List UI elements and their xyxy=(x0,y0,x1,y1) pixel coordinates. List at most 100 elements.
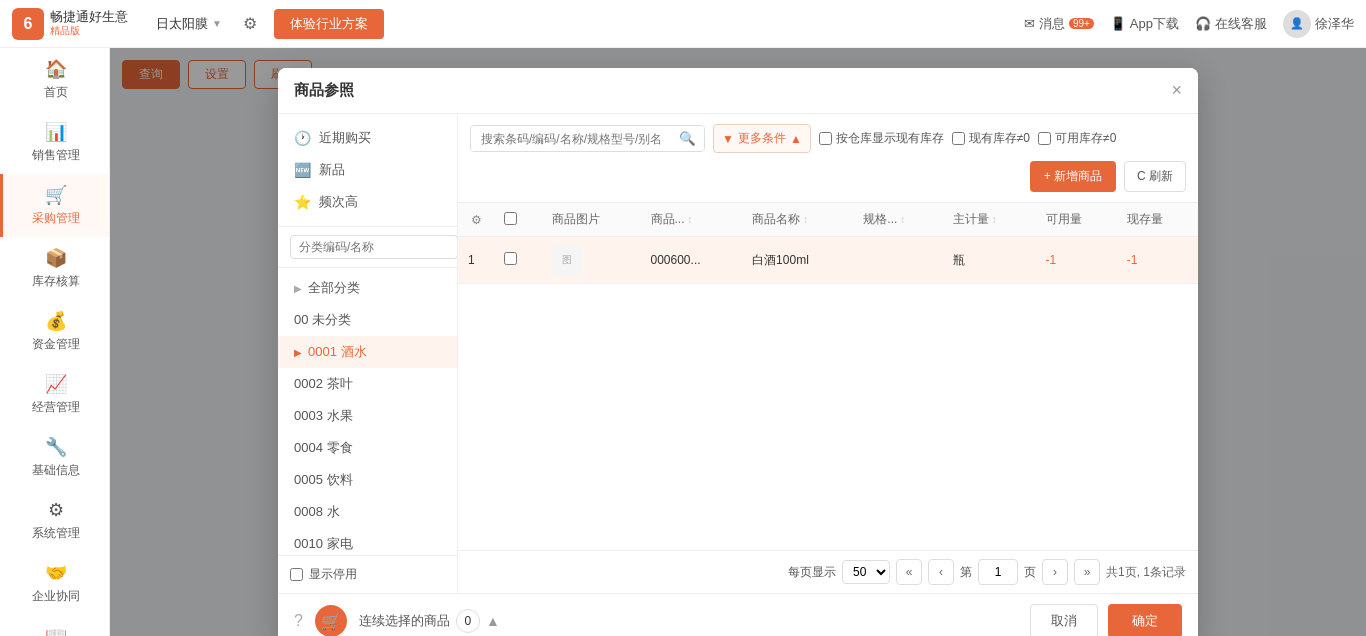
confirm-button[interactable]: 确定 xyxy=(1108,604,1182,636)
warehouse-filter-check[interactable]: 按仓库显示现有库存 xyxy=(819,130,944,147)
cart-icon: 🛒 xyxy=(321,612,341,631)
sidebar-item-purchase[interactable]: 🛒 采购管理 xyxy=(0,174,109,237)
quick-item-frequent[interactable]: ⭐ 频次高 xyxy=(278,186,457,218)
page-number-input[interactable] xyxy=(978,559,1018,585)
nav-right: ✉ 消息 99 📱 App下载 🎧 在线客服 👤 徐泽华 xyxy=(1024,10,1354,38)
cat-item-00[interactable]: 00 未分类 xyxy=(278,304,457,336)
quick-label-recent: 近期购买 xyxy=(319,129,371,147)
product-toolbar: 🔍 ▼ 更多条件 ▲ 按仓库显示现有库存 xyxy=(458,114,1198,203)
next-page-button[interactable]: › xyxy=(1042,559,1068,585)
logo-area: 6 畅捷通好生意 精品版 xyxy=(12,8,128,40)
existing-filter-check[interactable]: 现有库存≠0 xyxy=(952,130,1030,147)
product-table-area: ⚙ 商品图片 商品... 商品名称 规格... 主计量 可用量 现存量 xyxy=(458,203,1198,550)
sidebar-item-guide[interactable]: 📖 新手引导 xyxy=(0,615,109,636)
store-selector[interactable]: 日太阳膜 ▼ xyxy=(144,11,234,37)
product-image: 图 xyxy=(552,245,582,275)
product-search-input[interactable] xyxy=(471,127,671,151)
select-all-checkbox[interactable] xyxy=(504,212,517,225)
last-page-button[interactable]: » xyxy=(1074,559,1100,585)
more-filter-button[interactable]: ▼ 更多条件 ▲ xyxy=(713,124,811,153)
table-header-unit[interactable]: 主计量 xyxy=(943,203,1036,237)
available-filter-check[interactable]: 可用库存≠0 xyxy=(1038,130,1116,147)
sidebar-label-purchase: 采购管理 xyxy=(32,210,80,227)
per-page-select[interactable]: 50 xyxy=(842,560,890,584)
pagination: 每页显示 50 « ‹ 第 页 › » 共1页, 1条记录 xyxy=(458,550,1198,593)
message-icon: ✉ xyxy=(1024,16,1035,31)
filter-label: 更多条件 xyxy=(738,130,786,147)
sidebar-item-system[interactable]: ⚙ 系统管理 xyxy=(0,489,109,552)
user-name: 徐泽华 xyxy=(1315,15,1354,33)
main-area: 查询 设置 刷新 商品参照 × 🕐 xyxy=(110,48,1366,636)
help-icon[interactable]: ? xyxy=(294,612,303,630)
messages-button[interactable]: ✉ 消息 99 xyxy=(1024,15,1094,33)
base-icon: 🔧 xyxy=(45,436,67,458)
cat-0001-arrow-icon: ▶ xyxy=(294,347,302,358)
cat-item-0004[interactable]: 0004 零食 xyxy=(278,432,457,464)
show-disabled-label[interactable]: 显示停用 xyxy=(309,566,357,583)
store-arrow-icon: ▼ xyxy=(212,18,222,29)
table-header-spec[interactable]: 规格... xyxy=(853,203,943,237)
sidebar-item-inventory[interactable]: 📦 库存核算 xyxy=(0,237,109,300)
app-download-button[interactable]: 📱 App下载 xyxy=(1110,15,1179,33)
quick-item-new[interactable]: 🆕 新品 xyxy=(278,154,457,186)
home-icon: 🏠 xyxy=(45,58,67,80)
category-search: 🔍 《 xyxy=(278,227,457,268)
user-area[interactable]: 👤 徐泽华 xyxy=(1283,10,1354,38)
modal-title: 商品参照 xyxy=(294,81,354,100)
continue-label: 连续选择的商品 xyxy=(359,612,450,630)
quick-list: 🕐 近期购买 🆕 新品 ⭐ 频次高 xyxy=(278,114,457,227)
table-header-code[interactable]: 商品... xyxy=(641,203,743,237)
cat-label-all: 全部分类 xyxy=(308,279,360,297)
category-list: ▶ 全部分类 00 未分类 ▶ 0001 酒水 0002 茶 xyxy=(278,268,457,555)
cat-item-0002[interactable]: 0002 茶叶 xyxy=(278,368,457,400)
table-header-name[interactable]: 商品名称 xyxy=(742,203,853,237)
table-row[interactable]: 1 图 000600... 白酒100ml 瓶 xyxy=(458,237,1198,284)
product-search-button[interactable]: 🔍 xyxy=(671,126,704,151)
exp-button[interactable]: 体验行业方案 xyxy=(274,9,384,39)
first-page-button[interactable]: « xyxy=(896,559,922,585)
sidebar-item-finance[interactable]: 💰 资金管理 xyxy=(0,300,109,363)
sidebar-item-operations[interactable]: 📈 经营管理 xyxy=(0,363,109,426)
quick-label-new: 新品 xyxy=(319,161,345,179)
quick-item-recent[interactable]: 🕐 近期购买 xyxy=(278,122,457,154)
cat-item-0010[interactable]: 0010 家电 xyxy=(278,528,457,555)
logo-icon: 6 xyxy=(12,8,44,40)
cart-button[interactable]: 🛒 xyxy=(315,605,347,636)
cat-item-0001[interactable]: ▶ 0001 酒水 xyxy=(278,336,457,368)
table-header-settings[interactable]: ⚙ xyxy=(458,203,494,237)
sidebar-item-enterprise[interactable]: 🤝 企业协同 xyxy=(0,552,109,615)
refresh-button[interactable]: C 刷新 xyxy=(1124,161,1186,192)
row-seq: 1 xyxy=(458,237,494,284)
footer-collapse-icon[interactable]: ▲ xyxy=(486,613,500,629)
existing-checkbox[interactable] xyxy=(952,132,965,145)
show-disabled-checkbox[interactable] xyxy=(290,568,303,581)
online-service-button[interactable]: 🎧 在线客服 xyxy=(1195,15,1267,33)
modal-close-button[interactable]: × xyxy=(1171,80,1182,101)
category-search-input[interactable] xyxy=(290,235,458,259)
sidebar-item-home[interactable]: 🏠 首页 xyxy=(0,48,109,111)
message-label: 消息 xyxy=(1039,15,1065,33)
row-available: -1 xyxy=(1036,237,1117,284)
topnav: 6 畅捷通好生意 精品版 日太阳膜 ▼ ⚙ 体验行业方案 ✉ 消息 99 📱 A… xyxy=(0,0,1366,48)
cat-item-0003[interactable]: 0003 水果 xyxy=(278,400,457,432)
cancel-button[interactable]: 取消 xyxy=(1030,604,1098,636)
cat-item-all[interactable]: ▶ 全部分类 xyxy=(278,272,457,304)
row-img-cell: 图 xyxy=(542,237,641,284)
app-icon: 📱 xyxy=(1110,16,1126,31)
warehouse-checkbox[interactable] xyxy=(819,132,832,145)
row-checkbox[interactable] xyxy=(504,252,517,265)
gear-button[interactable]: ⚙ xyxy=(234,8,266,40)
sidebar: 🏠 首页 📊 销售管理 🛒 采购管理 📦 库存核算 💰 资金管理 📈 经营管理 … xyxy=(0,48,110,636)
table-header-available: 可用量 xyxy=(1036,203,1117,237)
total-info: 共1页, 1条记录 xyxy=(1106,564,1186,581)
inventory-icon: 📦 xyxy=(45,247,67,269)
cat-item-0005[interactable]: 0005 饮料 xyxy=(278,464,457,496)
service-icon: 🎧 xyxy=(1195,16,1211,31)
add-product-button[interactable]: + 新增商品 xyxy=(1030,161,1116,192)
cat-label-0005: 0005 饮料 xyxy=(294,471,353,489)
cat-item-0008[interactable]: 0008 水 xyxy=(278,496,457,528)
sidebar-item-sales[interactable]: 📊 销售管理 xyxy=(0,111,109,174)
prev-page-button[interactable]: ‹ xyxy=(928,559,954,585)
sidebar-item-base[interactable]: 🔧 基础信息 xyxy=(0,426,109,489)
available-checkbox[interactable] xyxy=(1038,132,1051,145)
